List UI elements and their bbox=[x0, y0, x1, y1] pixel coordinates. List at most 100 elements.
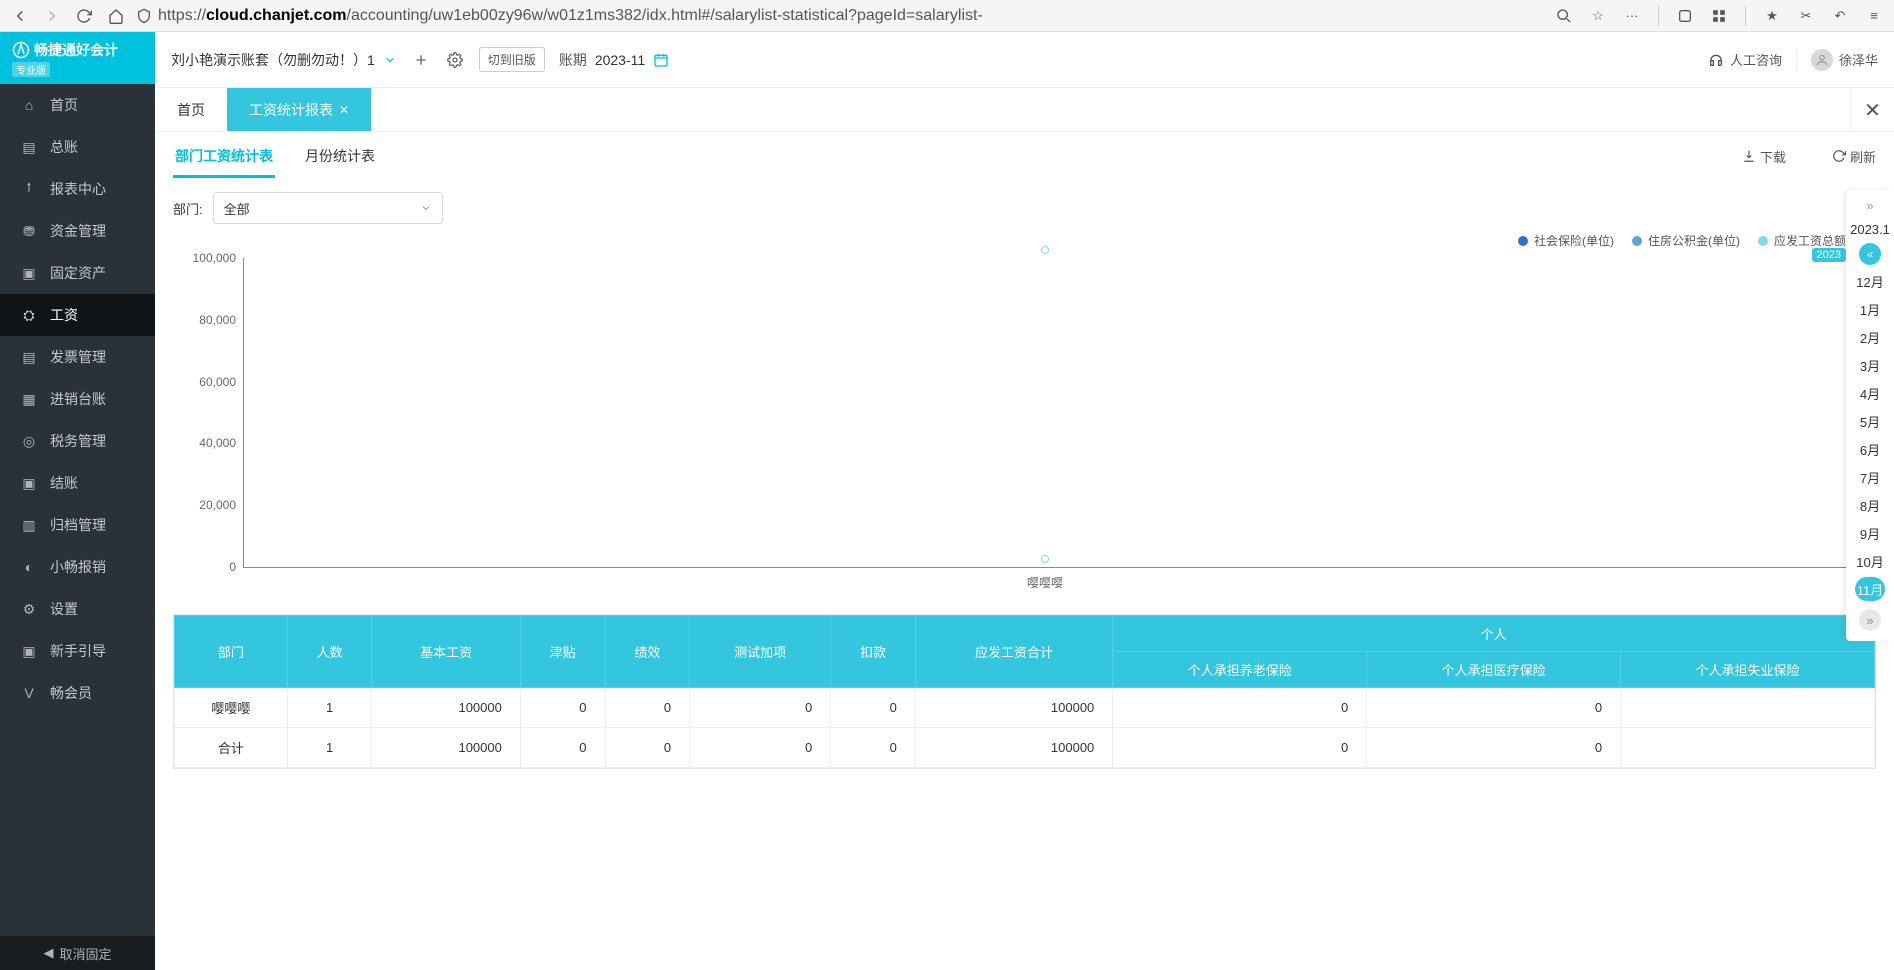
sidebar-label: 设置 bbox=[50, 599, 78, 619]
sidebar-item-assets[interactable]: ▣固定资产 bbox=[0, 252, 155, 294]
url-text: https://cloud.chanjet.com/accounting/uw1… bbox=[158, 7, 983, 25]
th-count: 人数 bbox=[287, 616, 372, 688]
account-settings-button[interactable] bbox=[445, 50, 465, 70]
divider bbox=[1796, 49, 1797, 71]
sidebar-item-funds[interactable]: ⛃资金管理 bbox=[0, 210, 155, 252]
account-selector[interactable]: 刘小艳演示账套（勿删勿动！）1 bbox=[171, 50, 397, 70]
more-icon[interactable]: ··· bbox=[1620, 4, 1644, 28]
month-btn[interactable]: 11月 bbox=[1855, 577, 1885, 601]
chart-plot: 0 20,000 40,000 60,000 80,000 100,000 嘤嘤… bbox=[243, 258, 1846, 568]
support-button[interactable]: 人工咨询 bbox=[1708, 50, 1782, 69]
sidebar-item-home[interactable]: ⌂首页 bbox=[0, 84, 155, 126]
period-selector[interactable]: 账期 2023-11 bbox=[559, 50, 669, 70]
cell: 100000 bbox=[372, 728, 520, 768]
ytick: 80,000 bbox=[199, 313, 236, 327]
month-btn[interactable]: 2月 bbox=[1855, 325, 1885, 349]
table-row-total[interactable]: 合计 1 100000 0 0 0 0 100000 0 0 bbox=[175, 728, 1875, 768]
close-all-tabs[interactable]: ✕ bbox=[1850, 88, 1894, 132]
cell: 嘤嘤嘤 bbox=[175, 688, 288, 728]
month-btn[interactable]: 7月 bbox=[1855, 465, 1885, 489]
rail-collapse[interactable]: » bbox=[1861, 196, 1879, 214]
dept-select[interactable]: 全部 bbox=[213, 192, 443, 224]
sidebar-label: 固定资产 bbox=[50, 263, 106, 283]
legend-label: 住房公积金(单位) bbox=[1648, 232, 1740, 249]
sidebar-item-expense[interactable]: ◐小畅报销 bbox=[0, 546, 155, 588]
month-btn[interactable]: 10月 bbox=[1855, 549, 1885, 573]
back-button[interactable] bbox=[8, 4, 32, 28]
th-group-personal: 个人 bbox=[1113, 616, 1875, 652]
legend-item[interactable]: 应发工资总额 bbox=[1758, 232, 1846, 249]
cell: 0 bbox=[831, 728, 916, 768]
zoom-icon[interactable] bbox=[1552, 4, 1576, 28]
sidebar-item-member[interactable]: V畅会员 bbox=[0, 672, 155, 714]
star-icon[interactable]: ☆ bbox=[1586, 4, 1610, 28]
sidebar-unpin[interactable]: ◀取消固定 bbox=[0, 936, 155, 970]
sidebar-item-reports[interactable]: ⭫报表中心 bbox=[0, 168, 155, 210]
tab-salary-report[interactable]: 工资统计报表✕ bbox=[227, 88, 371, 131]
refresh-label: 刷新 bbox=[1850, 147, 1876, 166]
chart-point-zero bbox=[1041, 555, 1049, 563]
tab-home[interactable]: 首页 bbox=[155, 88, 227, 131]
app-logo: 畅捷通好会计 专业版 bbox=[0, 32, 155, 84]
invoice-icon: ▤ bbox=[20, 348, 38, 366]
cut-icon[interactable]: ✂ bbox=[1794, 4, 1818, 28]
sidebar-item-close[interactable]: ▣结账 bbox=[0, 462, 155, 504]
sidebar-label: 发票管理 bbox=[50, 347, 106, 367]
sidebar-item-guide[interactable]: ▣新手引导 bbox=[0, 630, 155, 672]
month-btn[interactable]: 5月 bbox=[1855, 409, 1885, 433]
sidebar-item-ledger[interactable]: ▤总账 bbox=[0, 126, 155, 168]
member-icon: V bbox=[20, 684, 38, 702]
month-btn[interactable]: 3月 bbox=[1855, 353, 1885, 377]
month-btn[interactable]: 1月 bbox=[1855, 297, 1885, 321]
subtab-dept[interactable]: 部门工资统计表 bbox=[173, 134, 275, 178]
ext2-icon[interactable] bbox=[1707, 4, 1731, 28]
sidebar-item-tax[interactable]: ◎税务管理 bbox=[0, 420, 155, 462]
close-icon[interactable]: ✕ bbox=[339, 103, 349, 117]
ytick: 40,000 bbox=[199, 436, 236, 450]
sidebar-label: 归档管理 bbox=[50, 515, 106, 535]
salary-chart: 社会保险(单位) 住房公积金(单位) 应发工资总额 0 20,000 40,00… bbox=[173, 232, 1876, 602]
sidebar-item-inventory[interactable]: ▦进销台账 bbox=[0, 378, 155, 420]
chevron-down-icon bbox=[383, 53, 397, 67]
undo-icon[interactable]: ↶ bbox=[1828, 4, 1852, 28]
page-tabs: 首页 工资统计报表✕ ✕ bbox=[155, 88, 1894, 132]
sidebar-item-archive[interactable]: ▥归档管理 bbox=[0, 504, 155, 546]
cell: 0 bbox=[1113, 688, 1367, 728]
cell: 0 bbox=[831, 688, 916, 728]
legend-item[interactable]: 住房公积金(单位) bbox=[1632, 232, 1740, 249]
sidebar-label: 总账 bbox=[50, 137, 78, 157]
rail-up[interactable]: « bbox=[1859, 243, 1881, 265]
download-label: 下载 bbox=[1760, 147, 1786, 166]
reload-button[interactable] bbox=[72, 4, 96, 28]
rail-down[interactable]: » bbox=[1859, 609, 1881, 631]
switch-old-button[interactable]: 切到旧版 bbox=[479, 47, 545, 72]
fav-icon[interactable]: ★ bbox=[1760, 4, 1784, 28]
month-btn[interactable]: 6月 bbox=[1855, 437, 1885, 461]
menu-icon[interactable]: ≡ bbox=[1862, 4, 1886, 28]
month-btn[interactable]: 12月 bbox=[1855, 269, 1885, 293]
avatar-icon bbox=[1811, 49, 1833, 71]
table-row[interactable]: 嘤嘤嘤 1 100000 0 0 0 0 100000 0 0 bbox=[175, 688, 1875, 728]
sidebar-item-invoice[interactable]: ▤ 发票管理 bbox=[0, 336, 155, 378]
legend-item[interactable]: 社会保险(单位) bbox=[1518, 232, 1614, 249]
sidebar-item-salary[interactable]: ⛭工资 bbox=[0, 294, 155, 336]
th-perf: 绩效 bbox=[605, 616, 690, 688]
th-unemp: 个人承担失业保险 bbox=[1621, 652, 1875, 688]
forward-button[interactable] bbox=[40, 4, 64, 28]
add-account-button[interactable] bbox=[411, 50, 431, 70]
refresh-button[interactable]: 刷新 bbox=[1832, 147, 1876, 166]
address-bar[interactable]: https://cloud.chanjet.com/accounting/uw1… bbox=[136, 7, 1544, 25]
month-btn[interactable]: 9月 bbox=[1855, 521, 1885, 545]
cell: 100000 bbox=[915, 688, 1112, 728]
sidebar-item-settings[interactable]: ⚙设置 bbox=[0, 588, 155, 630]
rail-year[interactable]: 2023.1 bbox=[1850, 222, 1890, 237]
home-button[interactable] bbox=[104, 4, 128, 28]
month-btn[interactable]: 8月 bbox=[1855, 493, 1885, 517]
th-add: 测试加项 bbox=[690, 616, 831, 688]
ext1-icon[interactable] bbox=[1673, 4, 1697, 28]
download-button[interactable]: 下载 bbox=[1742, 147, 1786, 166]
subtab-month[interactable]: 月份统计表 bbox=[303, 134, 377, 178]
month-btn[interactable]: 4月 bbox=[1855, 381, 1885, 405]
user-menu[interactable]: 徐泽华 bbox=[1811, 49, 1878, 71]
download-icon bbox=[1742, 149, 1756, 163]
